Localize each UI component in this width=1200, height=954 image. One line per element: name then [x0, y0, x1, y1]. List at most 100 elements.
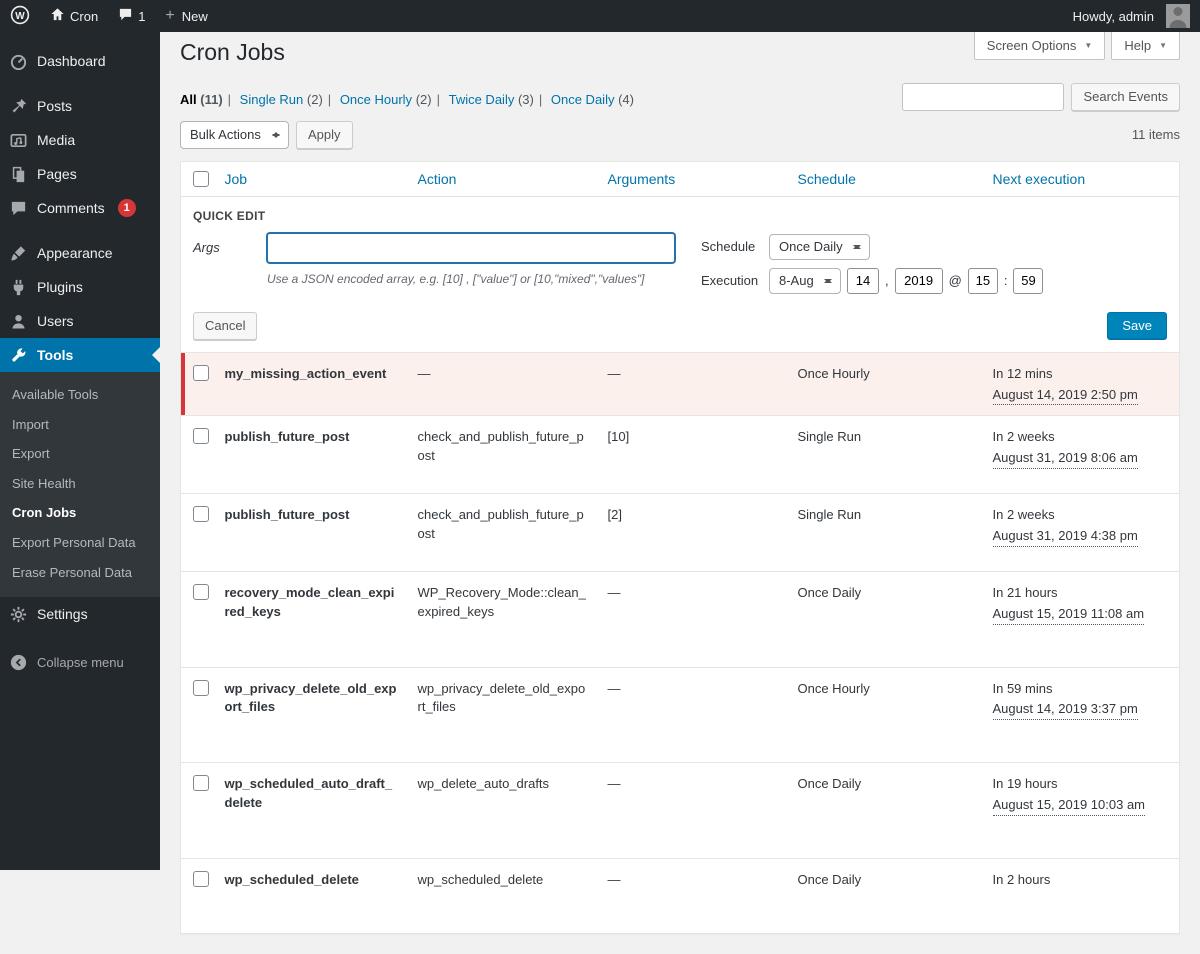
sidebar-item-appearance[interactable]: Appearance: [0, 236, 160, 270]
filter-once-daily[interactable]: Once Daily (4): [551, 92, 634, 107]
comments-icon: [8, 198, 28, 218]
filter-all[interactable]: All (11): [180, 92, 223, 107]
action-value: check_and_publish_future_post: [408, 416, 598, 494]
comments-count-badge: 1: [118, 199, 136, 217]
submenu-item-export-personal-data[interactable]: Export Personal Data: [0, 528, 160, 558]
sidebar-item-posts[interactable]: Posts: [0, 89, 160, 123]
sort-column-action[interactable]: Action: [418, 171, 457, 187]
args-input[interactable]: [267, 233, 675, 263]
quick-edit-title: QUICK EDIT: [193, 209, 1167, 223]
bulk-actions: Bulk Actions Apply: [180, 121, 353, 149]
admin-bar-comments[interactable]: 1: [108, 0, 155, 32]
users-person-icon: [8, 311, 28, 331]
job-name: wp_privacy_delete_old_export_files: [215, 667, 408, 763]
submenu-item-export[interactable]: Export: [0, 439, 160, 469]
next-date: August 14, 2019 3:37 pm: [993, 700, 1138, 720]
search-box: Search Events: [902, 83, 1180, 111]
sort-column-next-execution[interactable]: Next execution: [993, 171, 1086, 187]
collapse-menu-button[interactable]: Collapse menu: [0, 645, 160, 679]
hour-input[interactable]: [968, 268, 998, 294]
site-name-menu[interactable]: Cron: [40, 0, 108, 32]
row-checkbox[interactable]: [193, 871, 209, 887]
next-execution-cell: In 19 hours August 15, 2019 10:03 am: [983, 763, 1180, 859]
job-name: recovery_mode_clean_expired_keys: [215, 571, 408, 667]
filter-twice-daily[interactable]: Twice Daily (3): [449, 92, 534, 107]
filter-count: (2): [416, 92, 432, 107]
search-events-button[interactable]: Search Events: [1071, 83, 1180, 111]
row-checkbox[interactable]: [193, 506, 209, 522]
execution-label: Execution: [701, 273, 763, 288]
row-checkbox[interactable]: [193, 680, 209, 696]
filter-single-run[interactable]: Single Run (2): [240, 92, 323, 107]
sidebar-item-plugins[interactable]: Plugins: [0, 270, 160, 304]
screen-options-button[interactable]: Screen Options ▼: [974, 32, 1106, 60]
media-icon: [8, 130, 28, 150]
filter-links: All (11)| Single Run (2)| Once Hourly (2…: [180, 92, 634, 111]
schedule-select-wrap: Once Daily: [769, 234, 870, 260]
next-execution-cell: In 2 weeks August 31, 2019 8:06 am: [983, 416, 1180, 494]
sidebar-label-users: Users: [37, 313, 74, 329]
args-help-text: Use a JSON encoded array, e.g. [10] , ["…: [267, 272, 675, 286]
sidebar-item-tools[interactable]: Tools: [0, 338, 160, 372]
sidebar-item-settings[interactable]: Settings: [0, 597, 160, 631]
next-relative: In 12 mins: [993, 365, 1170, 384]
row-checkbox[interactable]: [193, 428, 209, 444]
sidebar-item-media[interactable]: Media: [0, 123, 160, 157]
bulk-actions-select[interactable]: Bulk Actions: [180, 121, 289, 149]
month-select[interactable]: 8-Aug: [769, 268, 841, 294]
wordpress-logo-menu[interactable]: W: [0, 0, 40, 32]
select-all-checkbox[interactable]: [193, 171, 209, 187]
howdy-menu[interactable]: Howdy, admin: [1063, 0, 1200, 32]
colon-separator: :: [1004, 273, 1008, 288]
filter-once-hourly[interactable]: Once Hourly (2): [340, 92, 432, 107]
next-execution-cell: In 2 weeks August 31, 2019 4:38 pm: [983, 494, 1180, 572]
menu-separator: [0, 225, 160, 236]
sidebar-item-pages[interactable]: Pages: [0, 157, 160, 191]
help-button[interactable]: Help ▼: [1111, 32, 1180, 60]
schedule-select[interactable]: Once Daily: [769, 234, 870, 260]
sidebar-label-dashboard: Dashboard: [37, 53, 106, 69]
admin-bar-left: W Cron 1 + New: [0, 0, 218, 32]
job-name: my_missing_action_event: [215, 352, 408, 416]
save-button[interactable]: Save: [1107, 312, 1167, 340]
sidebar-item-dashboard[interactable]: Dashboard: [0, 44, 160, 78]
row-checkbox[interactable]: [193, 584, 209, 600]
appearance-brush-icon: [8, 243, 28, 263]
submenu-item-import[interactable]: Import: [0, 410, 160, 440]
list-top-row: All (11)| Single Run (2)| Once Hourly (2…: [180, 83, 1180, 111]
sort-column-job[interactable]: Job: [225, 171, 248, 187]
minute-input[interactable]: [1013, 268, 1043, 294]
filter-count: (3): [518, 92, 534, 107]
sort-column-arguments[interactable]: Arguments: [608, 171, 676, 187]
screen-options-label: Screen Options: [987, 38, 1077, 53]
chevron-down-icon: ▼: [1159, 41, 1167, 50]
day-input[interactable]: [847, 268, 879, 294]
admin-bar-new[interactable]: + New: [155, 0, 217, 32]
cancel-button[interactable]: Cancel: [193, 312, 257, 340]
arguments-value: —: [598, 763, 788, 859]
sort-column-schedule[interactable]: Schedule: [798, 171, 856, 187]
filter-label: Single Run: [240, 92, 304, 107]
row-checkbox[interactable]: [193, 365, 209, 381]
sidebar-item-users[interactable]: Users: [0, 304, 160, 338]
tools-submenu: Available Tools Import Export Site Healt…: [0, 372, 160, 597]
search-input[interactable]: [902, 83, 1064, 111]
screen-meta-links: Screen Options ▼ Help ▼: [974, 32, 1180, 60]
filter-label: All: [180, 92, 197, 107]
sidebar-label-media: Media: [37, 132, 75, 148]
submenu-item-cron-jobs[interactable]: Cron Jobs: [0, 498, 160, 528]
filter-separator: |: [539, 92, 542, 107]
filter-label: Once Daily: [551, 92, 615, 107]
help-label: Help: [1124, 38, 1151, 53]
year-input[interactable]: [895, 268, 943, 294]
job-name: publish_future_post: [215, 494, 408, 572]
apply-button[interactable]: Apply: [296, 121, 353, 149]
schedule-value: Single Run: [788, 416, 983, 494]
submenu-item-erase-personal-data[interactable]: Erase Personal Data: [0, 558, 160, 588]
sidebar-item-comments[interactable]: Comments 1: [0, 191, 160, 225]
collapse-menu-label: Collapse menu: [37, 655, 124, 670]
submenu-item-site-health[interactable]: Site Health: [0, 469, 160, 499]
row-checkbox[interactable]: [193, 775, 209, 791]
submenu-item-available-tools[interactable]: Available Tools: [0, 380, 160, 410]
home-icon: [50, 7, 65, 25]
